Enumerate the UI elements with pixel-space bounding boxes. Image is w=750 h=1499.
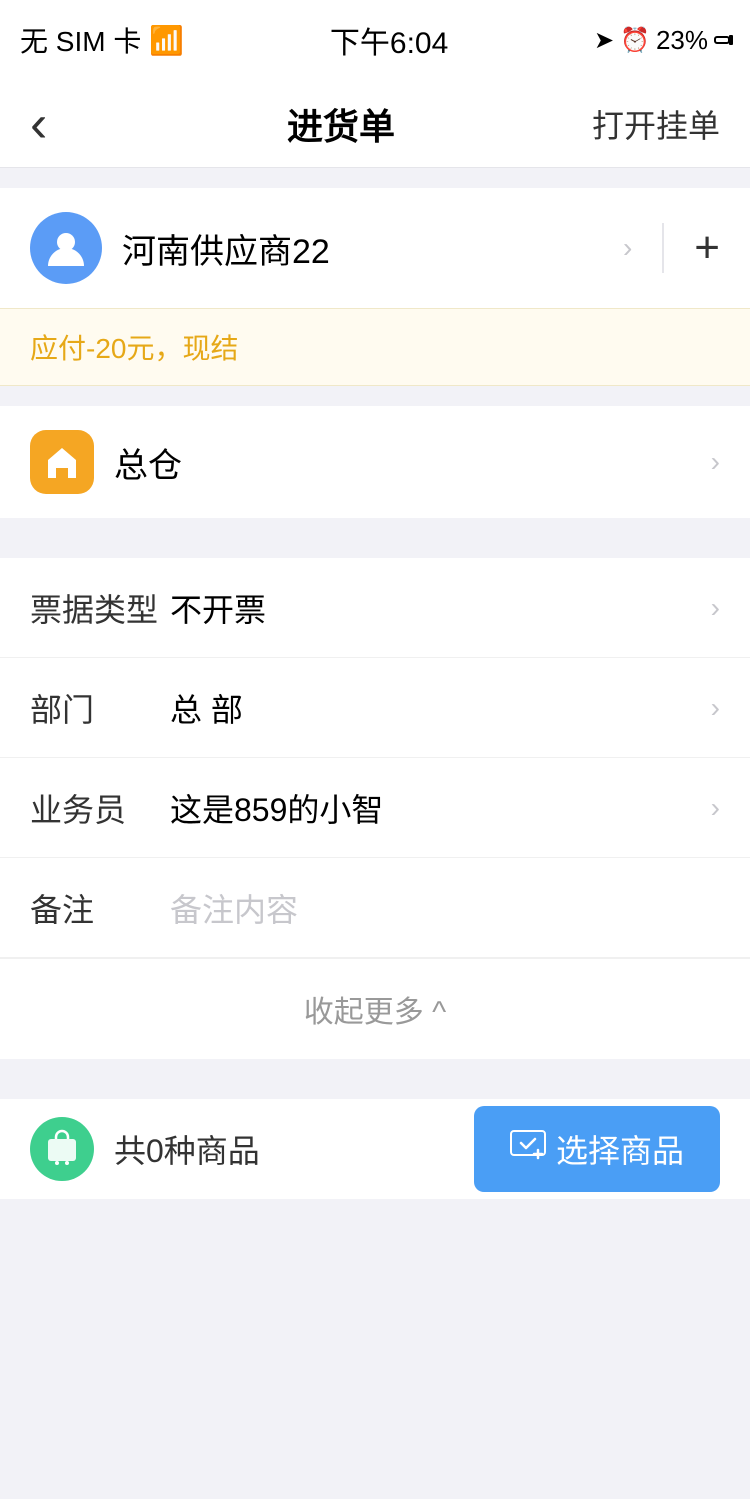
supplier-avatar bbox=[30, 212, 102, 284]
wifi-icon: 📶 bbox=[149, 24, 184, 57]
battery-icon bbox=[714, 36, 730, 44]
section-divider-3 bbox=[0, 518, 750, 538]
notice-banner: 应付-20元，现结 bbox=[0, 308, 750, 386]
invoice-label: 票据类型 bbox=[30, 585, 160, 631]
back-button[interactable]: ‹ bbox=[30, 94, 90, 154]
bottom-gray-area bbox=[0, 1199, 750, 1499]
collapse-text: 收起更多 ^ bbox=[304, 987, 446, 1031]
notice-text: 应付-20元，现结 bbox=[30, 333, 238, 364]
bottom-section: 共0种商品 选择商品 bbox=[0, 1099, 750, 1199]
warehouse-section: 总仓 › bbox=[0, 406, 750, 518]
salesperson-chevron-icon: › bbox=[711, 792, 720, 824]
supplier-row[interactable]: 河南供应商22 › + bbox=[0, 188, 750, 308]
supplier-chevron-icon: › bbox=[623, 232, 632, 264]
supplier-divider bbox=[662, 223, 664, 273]
open-hang-button[interactable]: 打开挂单 bbox=[592, 101, 720, 147]
section-divider-1 bbox=[0, 168, 750, 188]
alarm-icon: ⏰ bbox=[620, 26, 650, 55]
salesperson-value: 这是859的小智 bbox=[160, 785, 711, 831]
warehouse-row[interactable]: 总仓 › bbox=[0, 406, 750, 518]
invoice-chevron-icon: › bbox=[711, 592, 720, 624]
select-product-label: 选择商品 bbox=[556, 1126, 684, 1172]
dept-label: 部门 bbox=[30, 685, 160, 731]
remark-row[interactable]: 备注 备注内容 bbox=[0, 858, 750, 958]
dept-row[interactable]: 部门 总 部 › bbox=[0, 658, 750, 758]
location-icon: ➤ bbox=[594, 26, 614, 55]
status-bar: 无 SIM 卡 📶 下午6:04 ➤ ⏰ 23% bbox=[0, 0, 750, 80]
person-icon bbox=[44, 226, 88, 270]
status-right: ➤ ⏰ 23% bbox=[594, 25, 730, 56]
dept-chevron-icon: › bbox=[711, 692, 720, 724]
select-product-button[interactable]: 选择商品 bbox=[474, 1106, 720, 1192]
form-section: 票据类型 不开票 › 部门 总 部 › 业务员 这是859的小智 › 备注 备注… bbox=[0, 558, 750, 1059]
warehouse-icon bbox=[30, 430, 94, 494]
salesperson-label: 业务员 bbox=[30, 785, 160, 831]
home-icon bbox=[42, 442, 82, 482]
page-title: 进货单 bbox=[287, 98, 395, 150]
nav-bar: ‹ 进货单 打开挂单 bbox=[0, 80, 750, 168]
invoice-value: 不开票 bbox=[160, 585, 711, 631]
battery-text: 23% bbox=[656, 25, 708, 56]
product-icon bbox=[30, 1117, 94, 1181]
section-divider-4 bbox=[0, 1059, 750, 1079]
supplier-section: 河南供应商22 › + 应付-20元，现结 bbox=[0, 188, 750, 386]
collapse-row[interactable]: 收起更多 ^ bbox=[0, 958, 750, 1059]
section-divider-2 bbox=[0, 386, 750, 406]
dept-value: 总 部 bbox=[160, 685, 711, 731]
warehouse-name: 总仓 bbox=[114, 438, 711, 487]
cart-icon bbox=[42, 1129, 82, 1169]
salesperson-row[interactable]: 业务员 这是859的小智 › bbox=[0, 758, 750, 858]
select-product-icon bbox=[510, 1130, 546, 1168]
status-time: 下午6:04 bbox=[330, 18, 448, 62]
invoice-row[interactable]: 票据类型 不开票 › bbox=[0, 558, 750, 658]
remark-label: 备注 bbox=[30, 885, 160, 931]
supplier-name: 河南供应商22 bbox=[122, 224, 623, 273]
status-carrier: 无 SIM 卡 📶 bbox=[20, 20, 184, 60]
add-supplier-button[interactable]: + bbox=[694, 223, 720, 273]
warehouse-chevron-icon: › bbox=[711, 446, 720, 478]
remark-input[interactable]: 备注内容 bbox=[160, 885, 720, 931]
product-count: 共0种商品 bbox=[114, 1126, 474, 1172]
